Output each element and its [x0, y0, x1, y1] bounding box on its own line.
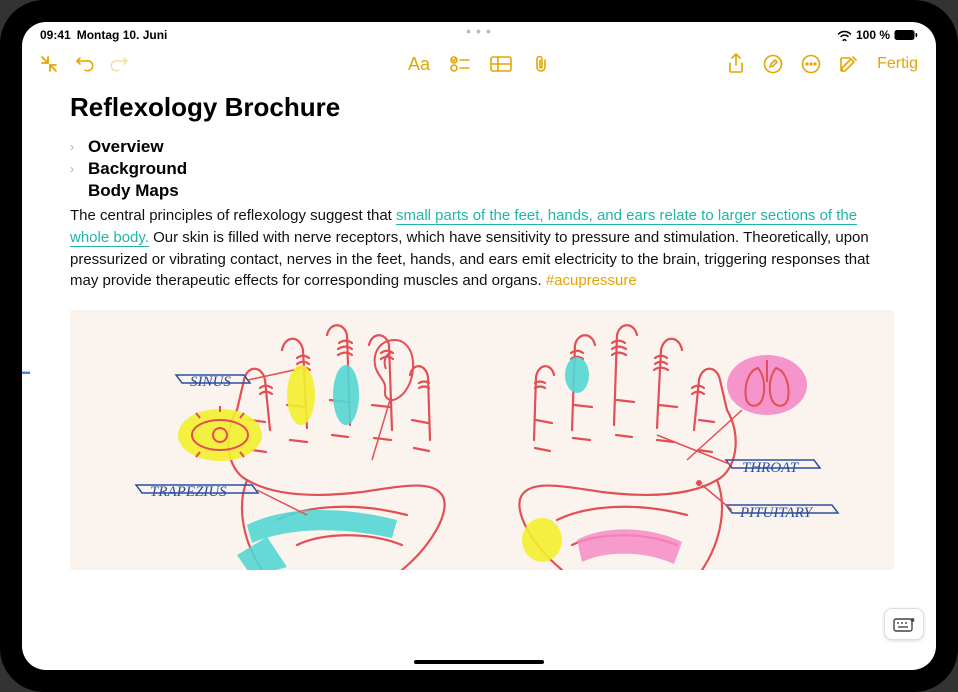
attachment-icon[interactable] — [532, 54, 550, 74]
body-paragraph[interactable]: The central principles of reflexology su… — [70, 205, 894, 292]
share-icon[interactable] — [727, 53, 745, 75]
compose-icon[interactable] — [839, 54, 859, 74]
battery-percent: 100 % — [856, 28, 890, 42]
section-heading[interactable]: Overview — [88, 137, 164, 157]
wifi-icon — [837, 29, 852, 41]
reflexology-sketch[interactable]: SINUS TRAPEZIUS — [70, 310, 894, 570]
section-overview[interactable]: › Overview — [70, 137, 894, 157]
chevron-right-icon[interactable]: › — [70, 140, 82, 154]
text-run: The central principles of reflexology su… — [70, 207, 396, 224]
checklist-icon[interactable] — [450, 55, 470, 73]
redo-icon — [110, 54, 130, 74]
undo-icon[interactable] — [74, 54, 94, 74]
done-button[interactable]: Fertig — [877, 55, 918, 73]
battery-icon — [894, 29, 918, 41]
label-trapezius: TRAPEZIUS — [150, 484, 227, 500]
format-text-icon[interactable]: Aa — [408, 54, 430, 75]
section-heading[interactable]: Body Maps — [88, 181, 179, 201]
tag-acupressure[interactable]: #acupressure — [546, 272, 637, 289]
note-toolbar: Aa — [22, 44, 936, 84]
screen: ● ● ● 09:41 Montag 10. Juni 100 % — [22, 22, 936, 670]
label-pituitary: PITUITARY — [739, 505, 814, 521]
handwriting-toggle-button[interactable] — [884, 608, 924, 640]
section-background[interactable]: › Background — [70, 159, 894, 179]
more-icon[interactable] — [801, 54, 821, 74]
chevron-right-icon[interactable]: › — [70, 162, 82, 176]
section-heading[interactable]: Background — [88, 159, 187, 179]
note-content-area[interactable]: Reflexology Brochure › Overview › Backgr… — [22, 84, 936, 670]
side-indicator: ▬ — [22, 367, 38, 371]
text-run: Our skin is filled with nerve receptors,… — [70, 229, 870, 290]
markup-icon[interactable] — [763, 54, 783, 74]
status-time: 09:41 — [40, 28, 71, 42]
label-sinus: SINUS — [190, 374, 231, 390]
table-icon[interactable] — [490, 55, 512, 73]
note-title[interactable]: Reflexology Brochure — [70, 92, 894, 123]
collapse-icon[interactable] — [40, 55, 58, 73]
multitask-dots-icon[interactable]: ● ● ● — [466, 26, 492, 36]
status-date: Montag 10. Juni — [77, 28, 168, 42]
section-bodymaps[interactable]: Body Maps — [70, 181, 894, 201]
ipad-device-frame: ● ● ● 09:41 Montag 10. Juni 100 % — [0, 0, 958, 692]
label-throat: THROAT — [742, 460, 800, 476]
home-indicator[interactable] — [414, 660, 544, 664]
